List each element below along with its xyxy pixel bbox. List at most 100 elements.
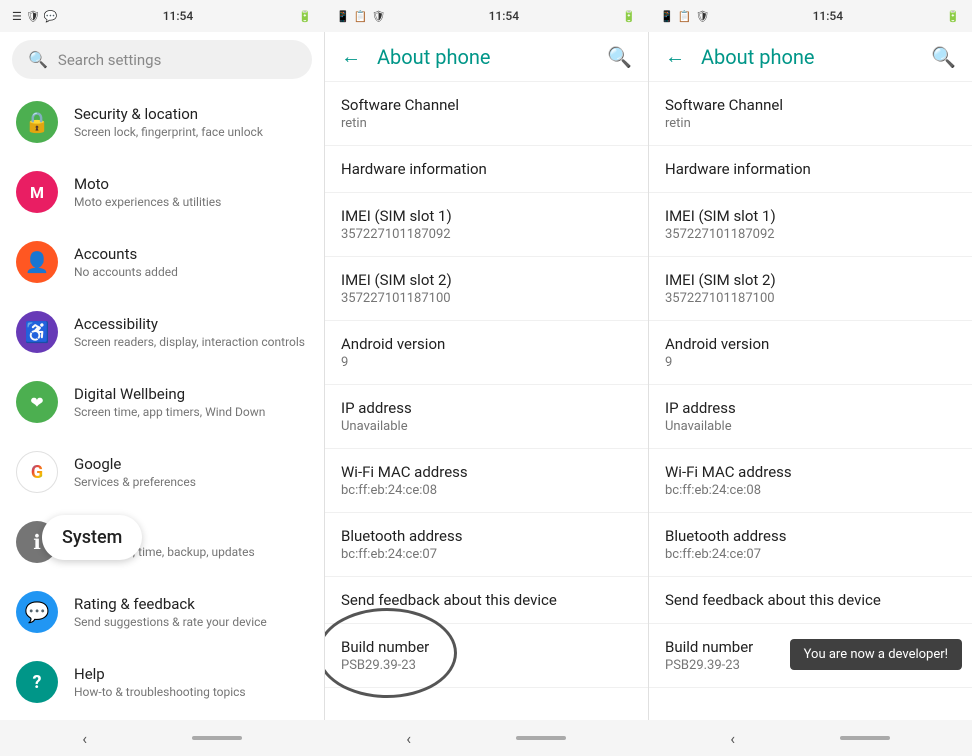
back-nav-mid[interactable]: ‹ <box>406 729 411 748</box>
accessibility-title: Accessibility <box>74 315 308 333</box>
status-panel-left: ☰ 🛡 💬 11:54 🔋 <box>0 9 324 23</box>
nav-bar: ‹ ‹ ‹ <box>0 720 972 756</box>
help-title: Help <box>74 665 308 683</box>
status-panel-right: 📱 📋 🛡 11:54 🔋 <box>648 9 972 23</box>
bluetooth-title-right: Bluetooth address <box>665 527 956 545</box>
status-icon-1: ☰ <box>12 10 22 23</box>
about-item-imei1-right[interactable]: IMEI (SIM slot 1) 357227101187092 <box>649 193 972 257</box>
security-text: Security & location Screen lock, fingerp… <box>74 105 308 139</box>
status-icon-r1: 📱 <box>660 10 674 23</box>
status-icon-2: 🛡 <box>26 10 40 23</box>
about-item-imei2-right[interactable]: IMEI (SIM slot 2) 357227101187100 <box>649 257 972 321</box>
accounts-title: Accounts <box>74 245 308 263</box>
settings-item-help[interactable]: ? Help How-to & troubleshooting topics <box>0 647 324 717</box>
back-nav-right[interactable]: ‹ <box>730 729 735 748</box>
search-bar[interactable]: 🔍 Search settings <box>12 40 312 79</box>
about-item-software-channel-mid[interactable]: Software Channel retin <box>325 82 648 146</box>
digital-text: Digital Wellbeing Screen time, app timer… <box>74 385 308 419</box>
about-item-imei2-mid[interactable]: IMEI (SIM slot 2) 357227101187100 <box>325 257 648 321</box>
settings-item-rating[interactable]: 💬 Rating & feedback Send suggestions & r… <box>0 577 324 647</box>
rating-subtitle: Send suggestions & rate your device <box>74 615 308 629</box>
about-item-ip-right[interactable]: IP address Unavailable <box>649 385 972 449</box>
android-title-right: Android version <box>665 335 956 353</box>
ip-subtitle-mid: Unavailable <box>341 419 632 434</box>
moto-text: Moto Moto experiences & utilities <box>74 175 308 209</box>
status-icon-m1: 📱 <box>336 10 350 23</box>
moto-title: Moto <box>74 175 308 193</box>
settings-list: 🔒 Security & location Screen lock, finge… <box>0 87 324 720</box>
hardware-title-right: Hardware information <box>665 160 956 178</box>
android-subtitle-mid: 9 <box>341 355 632 370</box>
about-item-ip-mid[interactable]: IP address Unavailable <box>325 385 648 449</box>
settings-item-moto[interactable]: M Moto Moto experiences & utilities <box>0 157 324 227</box>
about-item-software-channel-right[interactable]: Software Channel retin <box>649 82 972 146</box>
accessibility-icon: ♿ <box>16 311 58 353</box>
system-tooltip: System <box>42 515 142 560</box>
search-icon-right[interactable]: 🔍 <box>931 45 956 69</box>
status-battery-left: 🔋 <box>298 10 312 23</box>
status-time-mid: 11:54 <box>489 9 519 23</box>
about-list-mid: Software Channel retin Hardware informat… <box>325 82 648 720</box>
about-item-feedback-right[interactable]: Send feedback about this device <box>649 577 972 624</box>
about-panel-right: ← About phone 🔍 Software Channel retin H… <box>649 32 972 720</box>
about-item-bluetooth-mid[interactable]: Bluetooth address bc:ff:eb:24:ce:07 <box>325 513 648 577</box>
imei2-title-right: IMEI (SIM slot 2) <box>665 271 956 289</box>
status-icon-r2: 📋 <box>678 10 692 23</box>
about-item-android-right[interactable]: Android version 9 <box>649 321 972 385</box>
imei1-title-mid: IMEI (SIM slot 1) <box>341 207 632 225</box>
help-subtitle: How-to & troubleshooting topics <box>74 685 308 699</box>
about-title-right: About phone <box>701 45 915 69</box>
bluetooth-title-mid: Bluetooth address <box>341 527 632 545</box>
about-item-hardware-mid[interactable]: Hardware information <box>325 146 648 193</box>
battery-icon-left: 🔋 <box>298 10 312 23</box>
feedback-title-right: Send feedback about this device <box>665 591 956 609</box>
settings-item-google[interactable]: G Google Services & preferences <box>0 437 324 507</box>
about-item-wifi-mid[interactable]: Wi-Fi MAC address bc:ff:eb:24:ce:08 <box>325 449 648 513</box>
android-subtitle-right: 9 <box>665 355 956 370</box>
about-title-mid: About phone <box>377 45 591 69</box>
about-item-android-mid[interactable]: Android version 9 <box>325 321 648 385</box>
status-bar: ☰ 🛡 💬 11:54 🔋 📱 📋 🛡 11:54 🔋 📱 📋 🛡 11:54 … <box>0 0 972 32</box>
imei2-subtitle-mid: 357227101187100 <box>341 291 632 306</box>
about-item-wifi-right[interactable]: Wi-Fi MAC address bc:ff:eb:24:ce:08 <box>649 449 972 513</box>
about-item-bluetooth-right[interactable]: Bluetooth address bc:ff:eb:24:ce:07 <box>649 513 972 577</box>
about-item-build-mid[interactable]: Build number PSB29.39-23 <box>325 624 648 688</box>
status-icons-left: ☰ 🛡 💬 <box>12 10 58 23</box>
search-icon: 🔍 <box>28 50 48 69</box>
software-channel-title-mid: Software Channel <box>341 96 632 114</box>
accessibility-subtitle: Screen readers, display, interaction con… <box>74 335 308 349</box>
search-icon-mid[interactable]: 🔍 <box>607 45 632 69</box>
about-item-imei1-mid[interactable]: IMEI (SIM slot 1) 357227101187092 <box>325 193 648 257</box>
status-icon-m3: 🛡 <box>371 10 385 23</box>
accounts-subtitle: No accounts added <box>74 265 308 279</box>
status-icon-m2: 📋 <box>354 10 368 23</box>
software-channel-subtitle-mid: retin <box>341 116 632 131</box>
settings-item-accounts[interactable]: 👤 Accounts No accounts added <box>0 227 324 297</box>
settings-item-accessibility[interactable]: ♿ Accessibility Screen readers, display,… <box>0 297 324 367</box>
nav-pill-right <box>840 736 890 740</box>
software-channel-subtitle-right: retin <box>665 116 956 131</box>
about-item-hardware-right[interactable]: Hardware information <box>649 146 972 193</box>
nav-pill-left <box>192 736 242 740</box>
imei2-subtitle-right: 357227101187100 <box>665 291 956 306</box>
about-item-feedback-mid[interactable]: Send feedback about this device <box>325 577 648 624</box>
ip-title-mid: IP address <box>341 399 632 417</box>
status-battery-right: 🔋 <box>946 10 960 23</box>
digital-icon: ❤ <box>16 381 58 423</box>
google-icon: G <box>16 451 58 493</box>
hardware-title-mid: Hardware information <box>341 160 632 178</box>
google-title: Google <box>74 455 308 473</box>
moto-subtitle: Moto experiences & utilities <box>74 195 308 209</box>
back-button-mid[interactable]: ← <box>341 44 361 69</box>
settings-item-security[interactable]: 🔒 Security & location Screen lock, finge… <box>0 87 324 157</box>
back-nav-left[interactable]: ‹ <box>82 729 87 748</box>
back-button-right[interactable]: ← <box>665 44 685 69</box>
search-placeholder: Search settings <box>58 51 161 69</box>
digital-title: Digital Wellbeing <box>74 385 308 403</box>
nav-section-right: ‹ <box>648 720 972 756</box>
status-icon-3: 💬 <box>44 10 58 23</box>
status-battery-mid: 🔋 <box>622 10 636 23</box>
settings-item-digital[interactable]: ❤ Digital Wellbeing Screen time, app tim… <box>0 367 324 437</box>
bluetooth-subtitle-right: bc:ff:eb:24:ce:07 <box>665 547 956 562</box>
imei1-title-right: IMEI (SIM slot 1) <box>665 207 956 225</box>
